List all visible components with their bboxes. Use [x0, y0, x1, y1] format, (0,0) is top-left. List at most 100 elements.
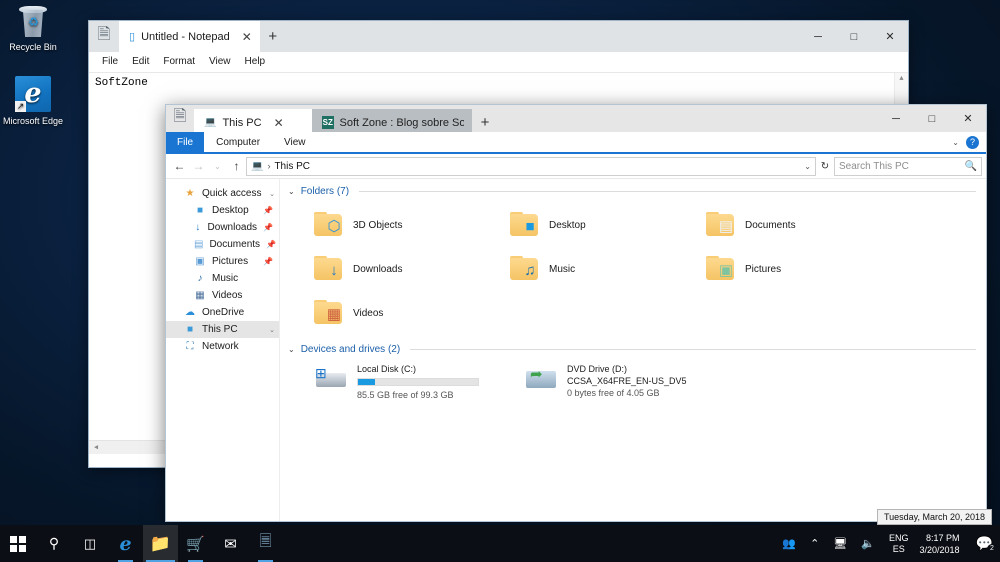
folder-item[interactable]: ▤ Documents [706, 203, 902, 247]
forward-button-icon[interactable]: → [189, 159, 208, 173]
menu-item-help[interactable]: Help [238, 55, 273, 68]
folders-grid[interactable]: ⬡ 3D Objects ■ Desktop ▤ Documents ↓ Downloads ♫… [280, 199, 986, 335]
taskbar-app-edge[interactable]: e [108, 525, 143, 562]
folder-item[interactable]: ▦ Videos [314, 291, 510, 335]
folder-item[interactable]: ⬡ 3D Objects [314, 203, 510, 247]
scroll-up-icon[interactable]: ▲ [895, 73, 908, 86]
desktop-icon-recycle-bin[interactable]: ♻ Recycle Bin [2, 6, 64, 53]
folder-item[interactable]: ↓ Downloads [314, 247, 510, 291]
explorer-navigation-bar[interactable]: ← → ⌄ ↑ 💻 › This PC ⌄ ↻ Search This PC 🔍 [166, 154, 986, 179]
pin-icon[interactable]: 📌 [266, 240, 276, 249]
chevron-down-icon[interactable]: ⌄ [269, 190, 275, 198]
explorer-tab-close-icon[interactable]: ✕ [274, 116, 284, 130]
drive-item[interactable]: ⊞ Local Disk (C:) 85.5 GB free of 99.3 GB [314, 361, 524, 407]
nav-pane-item-label: Downloads [207, 222, 258, 233]
nav-pane-item-network[interactable]: ⛶ Network [166, 338, 279, 355]
nav-pane-item-videos[interactable]: ▦ Videos [166, 287, 279, 304]
this-pc-icon: 💻 [251, 160, 264, 172]
nav-pane-item-pictures[interactable]: ▣ Pictures 📌 [166, 253, 279, 270]
menu-item-view[interactable]: View [202, 55, 238, 68]
ribbon-tab-computer[interactable]: Computer [204, 132, 272, 152]
network-tray-icon[interactable]: 🖥 [826, 525, 854, 562]
address-dropdown-icon[interactable]: ⌄ [804, 162, 811, 171]
drives-grid[interactable]: ⊞ Local Disk (C:) 85.5 GB free of 99.3 GB ➦… [280, 357, 986, 407]
help-icon[interactable]: ? [966, 135, 979, 149]
folder-item-label: Documents [745, 219, 796, 231]
search-icon[interactable]: ⚲ [36, 525, 72, 562]
explorer-window-controls[interactable]: ─ □ ✕ [878, 105, 986, 132]
nav-pane-item-downloads[interactable]: ↓ Downloads 📌 [166, 219, 279, 236]
taskbar-app-file-explorer[interactable]: 📁 [143, 525, 178, 562]
pin-icon[interactable]: 📌 [263, 223, 273, 232]
file-explorer-window[interactable]: 🗎 💻 This PC ✕ SZ Soft Zone : Blog sobre … [165, 104, 987, 522]
nav-pane-item-documents[interactable]: ▤ Documents 📌 [166, 236, 279, 253]
explorer-titlebar[interactable]: 🗎 💻 This PC ✕ SZ Soft Zone : Blog sobre … [166, 105, 986, 136]
notepad-tab-close-icon[interactable]: ✕ [242, 30, 252, 44]
navigation-pane[interactable]: ★ Quick access ⌄ ■ Desktop 📌 ↓ Downloads 📌 ▤ Docum… [166, 179, 280, 521]
nav-pane-item-music[interactable]: ♪ Music [166, 270, 279, 287]
explorer-system-icon[interactable]: 🗎 [166, 105, 194, 132]
explorer-close-button[interactable]: ✕ [950, 105, 986, 132]
volume-icon[interactable]: 🔈 [854, 525, 882, 562]
nav-pane-item-this-pc[interactable]: ■ This PC ⌄ [166, 321, 279, 338]
folder-item-label: Videos [353, 307, 384, 319]
system-tray[interactable]: 👥 ⌃ 🖥 🔈 ENG ES 8:17 PM 3/20/2018 💬 2 [775, 525, 1000, 562]
refresh-icon[interactable]: ↻ [816, 161, 834, 172]
ribbon-tab-view[interactable]: View [272, 132, 318, 152]
notepad-minimize-button[interactable]: ─ [800, 21, 836, 52]
taskbar-app-store[interactable]: 🛒 [178, 525, 213, 562]
clock[interactable]: 8:17 PM 3/20/2018 [916, 525, 969, 562]
file-content-pane[interactable]: ⌄ Folders (7) ⬡ 3D Objects ■ Desktop ▤ Docume… [280, 179, 986, 521]
search-input[interactable]: Search This PC 🔍 [834, 156, 982, 176]
explorer-ribbon[interactable]: File Computer View ⌄ ? [166, 132, 986, 152]
notepad-close-button[interactable]: ✕ [872, 21, 908, 52]
explorer-maximize-button[interactable]: □ [914, 105, 950, 132]
back-button-icon[interactable]: ← [170, 159, 189, 173]
menu-item-format[interactable]: Format [156, 55, 202, 68]
show-hidden-icons-button[interactable]: ⌃ [803, 525, 826, 562]
chevron-down-icon[interactable]: ⌄ [288, 187, 295, 196]
recent-locations-icon[interactable]: ⌄ [208, 162, 227, 171]
pin-icon[interactable]: 📌 [263, 206, 273, 215]
nav-pane-item-quick-access[interactable]: ★ Quick access ⌄ [166, 185, 279, 202]
notepad-menubar[interactable]: File Edit Format View Help [89, 52, 908, 72]
taskbar-app-mail[interactable]: ✉ [213, 525, 248, 562]
taskbar[interactable]: ⚲ ◫ e 📁 🛒 ✉ 🗏 👥 ⌃ 🖥 🔈 ENG ES 8:17 PM 3/2… [0, 509, 1000, 562]
start-icon[interactable] [0, 525, 36, 562]
chevron-down-icon[interactable]: ⌄ [288, 345, 295, 354]
notepad-maximize-button[interactable]: □ [836, 21, 872, 52]
drive-item[interactable]: ➦ DVD Drive (D:) CCSA_X64FRE_EN-US_DV5 0 by… [524, 361, 734, 407]
folder-item[interactable]: ■ Desktop [510, 203, 706, 247]
nav-pane-item-onedrive[interactable]: ☁ OneDrive [166, 304, 279, 321]
notepad-new-tab-button[interactable]: + [260, 21, 286, 52]
ribbon-tab-file[interactable]: File [166, 132, 205, 152]
taskbar-app-notepad[interactable]: 🗏 [248, 525, 283, 562]
notepad-tabstrip[interactable]: ▯ Untitled - Notepad ✕ + [119, 21, 286, 52]
notepad-system-icon[interactable]: 🗎 [89, 21, 119, 52]
mail-icon: ✉ [224, 535, 237, 553]
address-bar[interactable]: 💻 › This PC ⌄ [246, 156, 816, 176]
explorer-minimize-button[interactable]: ─ [878, 105, 914, 132]
group-header-devices[interactable]: ⌄ Devices and drives (2) [280, 335, 986, 357]
language-indicator[interactable]: ENG ES [882, 525, 916, 562]
up-button-icon[interactable]: ↑ [227, 159, 246, 173]
menu-item-file[interactable]: File [95, 55, 125, 68]
folder-item[interactable]: ♫ Music [510, 247, 706, 291]
group-header-folders[interactable]: ⌄ Folders (7) [280, 179, 986, 199]
action-center-icon[interactable]: 💬 2 [969, 525, 1000, 562]
notepad-window-controls[interactable]: ─ □ ✕ [800, 21, 908, 52]
notepad-titlebar[interactable]: 🗎 ▯ Untitled - Notepad ✕ + ─ □ ✕ [89, 21, 908, 52]
chevron-down-icon[interactable]: ⌄ [269, 326, 275, 334]
menu-item-edit[interactable]: Edit [125, 55, 156, 68]
group-divider [410, 349, 976, 350]
pin-icon[interactable]: 📌 [263, 257, 273, 266]
ribbon-expand-icon[interactable]: ⌄ [952, 138, 959, 147]
scroll-left-icon[interactable]: ◀ [89, 443, 103, 452]
notepad-tab[interactable]: ▯ Untitled - Notepad ✕ [119, 21, 260, 52]
desktop-icon-microsoft-edge[interactable]: e ↗ Microsoft Edge [2, 76, 64, 127]
folder-item[interactable]: ▣ Pictures [706, 247, 902, 291]
breadcrumb-this-pc[interactable]: This PC [274, 161, 310, 172]
people-icon[interactable]: 👥 [775, 525, 803, 562]
nav-pane-item-desktop[interactable]: ■ Desktop 📌 [166, 202, 279, 219]
task-view-icon[interactable]: ◫ [72, 525, 108, 562]
